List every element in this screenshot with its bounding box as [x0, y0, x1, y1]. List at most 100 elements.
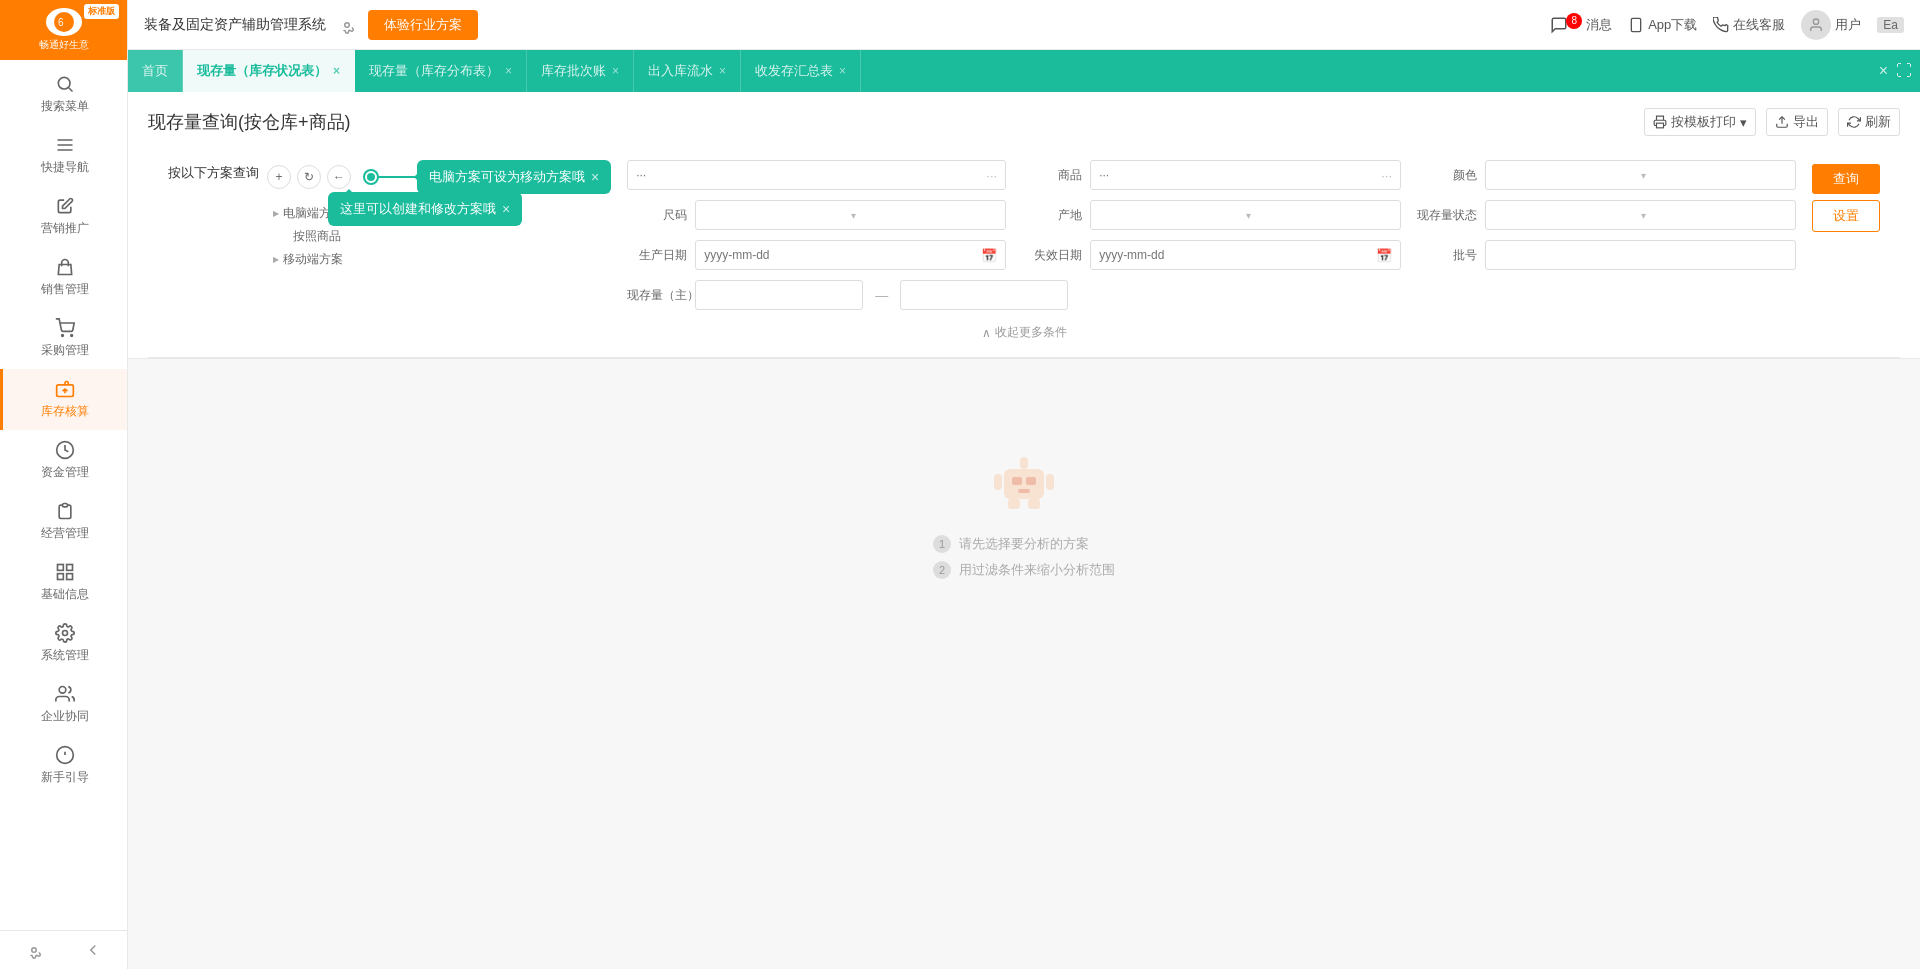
sidebar-item-sales[interactable]: 销售管理 [0, 247, 127, 308]
trial-btn[interactable]: 体验行业方案 [368, 10, 478, 40]
tab-batch-ledger-label: 库存批次账 [541, 62, 606, 80]
logo-badge: 标准版 [84, 4, 119, 19]
color-select[interactable]: ▾ [1485, 160, 1796, 190]
triangle-icon[interactable]: ▶ [273, 209, 279, 218]
sidebar-item-quicknav[interactable]: 快捷导航 [0, 125, 127, 186]
tab-receive-summary-close[interactable]: × [839, 64, 846, 78]
set-btn[interactable]: 设置 [1812, 200, 1880, 232]
batch-input[interactable] [1494, 248, 1787, 262]
tab-inventory-dist-close[interactable]: × [505, 64, 512, 78]
sidebar-item-finance[interactable]: 资金管理 [0, 430, 127, 491]
tab-inout-flow-close[interactable]: × [719, 64, 726, 78]
page-content: 现存量查询(按仓库+商品) 按模板打印 ▾ 导出 刷新 [128, 92, 1920, 969]
svg-rect-26 [994, 474, 1002, 490]
sidebar-item-marketing[interactable]: 营销推广 [0, 186, 127, 247]
produce-calendar-icon[interactable]: 📅 [981, 248, 997, 263]
expire-calendar-icon[interactable]: 📅 [1376, 248, 1392, 263]
sidebar-item-enterprise[interactable]: 企业协同 [0, 674, 127, 735]
goods-input-wrap[interactable]: ··· [1090, 160, 1401, 190]
triangle-mobile-icon[interactable]: ▶ [273, 255, 279, 264]
svg-point-2 [58, 77, 70, 89]
stock-main-from-input[interactable] [704, 288, 854, 302]
expire-date-input[interactable] [1099, 248, 1376, 262]
collapse-btn[interactable]: ∧ 收起更多条件 [982, 324, 1067, 341]
origin-select[interactable]: ▾ [1090, 200, 1401, 230]
sidebar-label-marketing: 营销推广 [41, 220, 89, 237]
sidebar-item-system[interactable]: 系统管理 [0, 613, 127, 674]
settings-bottom-btn[interactable] [25, 941, 43, 959]
scheme-sub-item[interactable]: 按照商品 [287, 225, 611, 248]
tab-close-all-btn[interactable]: × [1879, 62, 1888, 80]
size-select[interactable]: ▾ [695, 200, 1006, 230]
sidebar-bottom [0, 930, 127, 969]
sidebar-label-inventory: 库存核算 [41, 403, 89, 420]
produce-date-input-wrap[interactable]: 📅 [695, 240, 1006, 270]
warehouse-input[interactable] [636, 168, 986, 182]
tooltip1-close-btn[interactable]: × [591, 169, 599, 185]
scheme-tree-mobile[interactable]: ▶ 移动端方案 [267, 248, 611, 271]
online-service-btn[interactable]: 在线客服 [1713, 16, 1785, 34]
tab-home[interactable]: 首页 [128, 50, 183, 92]
tab-fullscreen-btn[interactable]: ⛶ [1896, 62, 1912, 80]
svg-text:6: 6 [58, 17, 64, 28]
tab-receive-summary[interactable]: 收发存汇总表 × [741, 50, 861, 92]
user-area[interactable]: 用户 [1801, 10, 1861, 40]
sidebar-item-basic[interactable]: 基础信息 [0, 552, 127, 613]
tab-inventory-dist[interactable]: 现存量（库存分布表） × [355, 50, 527, 92]
sidebar-item-guide[interactable]: 新手引导 [0, 735, 127, 796]
refresh-scheme-btn[interactable]: ↻ [297, 165, 321, 189]
tab-inventory-status[interactable]: 现存量（库存状况表） × [183, 50, 355, 92]
page-header: 现存量查询(按仓库+商品) 按模板打印 ▾ 导出 刷新 [128, 92, 1920, 359]
tab-inventory-status-close[interactable]: × [333, 64, 340, 78]
hint-num-2: 2 [933, 561, 951, 579]
produce-date-input[interactable] [704, 248, 981, 262]
sidebar-label-quicknav: 快捷导航 [41, 159, 89, 176]
warehouse-input-wrap[interactable]: ··· [627, 160, 1006, 190]
sidebar-item-operations[interactable]: 经营管理 [0, 491, 127, 552]
online-service-label: 在线客服 [1733, 16, 1785, 34]
svg-rect-16 [1632, 18, 1641, 31]
filter-goods: 商品 ··· [1022, 160, 1401, 190]
print-btn[interactable]: 按模板打印 ▾ [1644, 108, 1756, 136]
filter-warehouse: ··· [627, 160, 1006, 190]
filter-grid-row3: 生产日期 📅 失效日期 [627, 240, 1796, 270]
tooltip2-close-btn[interactable]: × [502, 201, 510, 217]
svg-line-3 [69, 88, 73, 92]
page-title: 现存量查询(按仓库+商品) [148, 110, 351, 134]
empty-hint-1: 1 请先选择要分析的方案 [933, 531, 1115, 557]
warehouse-dots-icon[interactable]: ··· [986, 168, 997, 183]
add-scheme-btn[interactable]: + [267, 165, 291, 189]
tab-batch-ledger[interactable]: 库存批次账 × [527, 50, 634, 92]
color-chevron-icon: ▾ [1641, 170, 1787, 181]
sidebar-item-search[interactable]: 搜索菜单 [0, 64, 127, 125]
sidebar-label-enterprise: 企业协同 [41, 708, 89, 725]
sidebar-item-inventory[interactable]: 库存核算 [0, 369, 127, 430]
stock-main-to-input[interactable] [909, 288, 1059, 302]
stock-main-from[interactable] [695, 280, 863, 310]
scheme-sub-items: 按照商品 [267, 225, 611, 248]
tab-inout-flow[interactable]: 出入库流水 × [634, 50, 741, 92]
batch-input-wrap[interactable] [1485, 240, 1796, 270]
stock-main-to[interactable] [900, 280, 1068, 310]
refresh-btn[interactable]: 刷新 [1838, 108, 1900, 136]
collapse-sidebar-btn[interactable] [84, 941, 102, 959]
goods-dots-icon[interactable]: ··· [1381, 168, 1392, 183]
sidebar-label-basic: 基础信息 [41, 586, 89, 603]
produce-date-label: 生产日期 [627, 247, 687, 264]
sidebar-item-purchase[interactable]: 采购管理 [0, 308, 127, 369]
settings-icon[interactable] [338, 16, 356, 34]
filter-batch: 批号 [1417, 240, 1796, 270]
notification-badge: 8 [1566, 13, 1582, 29]
query-btn[interactable]: 查询 [1812, 164, 1880, 194]
app-download-btn[interactable]: App下载 [1628, 16, 1697, 34]
tab-batch-ledger-close[interactable]: × [612, 64, 619, 78]
svg-rect-24 [1018, 489, 1030, 493]
print-dropdown-icon[interactable]: ▾ [1740, 115, 1747, 130]
message-btn[interactable]: 8 消息 [1550, 16, 1612, 34]
tabs-right-controls: × ⛶ [1871, 62, 1920, 80]
export-btn[interactable]: 导出 [1766, 108, 1828, 136]
goods-label: 商品 [1022, 167, 1082, 184]
expire-date-input-wrap[interactable]: 📅 [1090, 240, 1401, 270]
goods-input[interactable] [1099, 168, 1381, 182]
stock-status-select[interactable]: ▾ [1485, 200, 1796, 230]
